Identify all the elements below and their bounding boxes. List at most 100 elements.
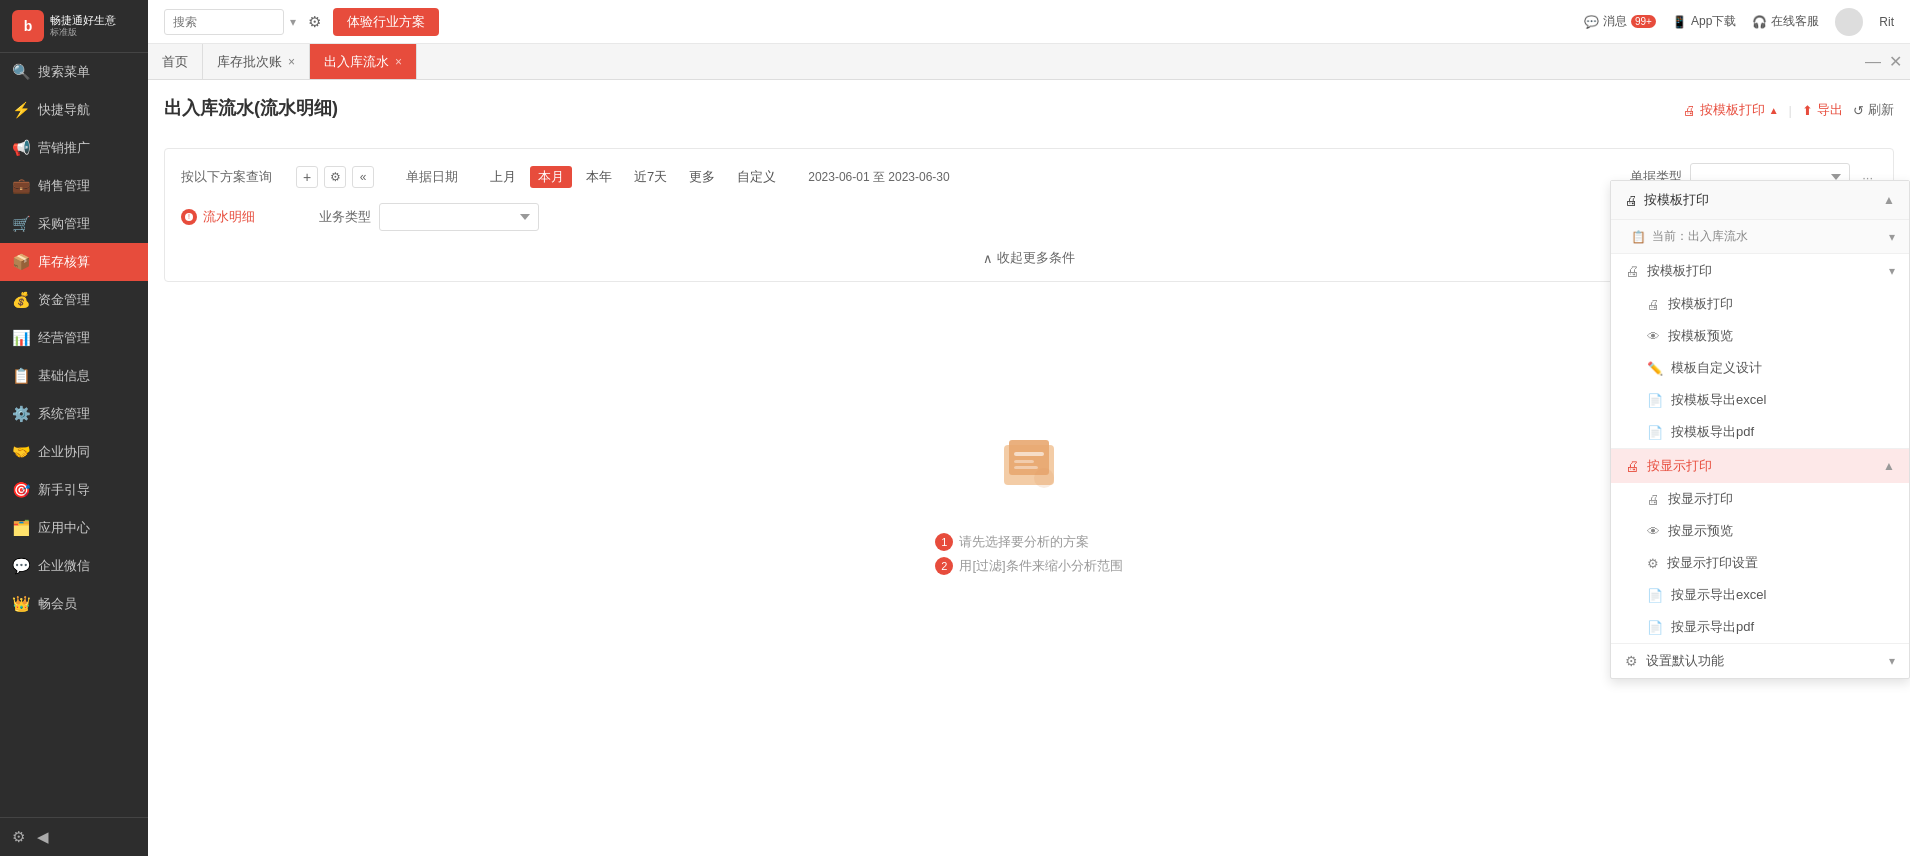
dp-display-section-label: 🖨 按显示打印 [1625,457,1712,475]
dp-current-icon: 📋 [1631,230,1646,244]
dp-display-settings-item[interactable]: ⚙ 按显示打印设置 [1611,547,1909,579]
topbar-search-area: ▾ [164,9,296,35]
sidebar-item-basics[interactable]: 📋基础信息 [0,357,148,395]
sidebar-item-guide[interactable]: 🎯新手引导 [0,471,148,509]
dp-footer[interactable]: ⚙ 设置默认功能 ▾ [1611,644,1909,678]
close-icon[interactable]: ✕ [1889,52,1902,71]
dp-template-excel-item[interactable]: 📄 按模板导出excel [1611,384,1909,416]
dp-ditem-settings-label: 按显示打印设置 [1667,554,1758,572]
business-type-select[interactable] [379,203,539,231]
dp-item-excel-icon: 📄 [1647,393,1663,408]
dp-print-icon: 🖨 [1625,193,1638,208]
search-input[interactable] [164,9,284,35]
sidebar-item-finance[interactable]: 💰资金管理 [0,281,148,319]
dp-template-section-label: 🖨 按模板打印 [1625,262,1712,280]
dp-header-chevron-icon[interactable]: ▲ [1883,193,1895,207]
date-btn-this-year[interactable]: 本年 [578,166,620,188]
filter-collapse-left-icon[interactable]: « [352,166,374,188]
sidebar-item-label-marketing: 营销推广 [38,139,90,157]
print-label: 按模板打印 [1700,101,1765,119]
dp-ditem-preview-label: 按显示预览 [1668,522,1733,540]
sidebar-item-operations[interactable]: 📊经营管理 [0,319,148,357]
dp-item-print-label: 按模板打印 [1668,295,1733,313]
marketing-icon: 📢 [12,139,30,157]
sidebar-item-enterprise[interactable]: 🤝企业协同 [0,433,148,471]
minimize-icon[interactable]: — [1865,53,1881,71]
filter-actions: + ⚙ « [296,166,374,188]
message-label: 消息 [1603,13,1627,30]
topbar-message[interactable]: 💬 消息 99+ [1584,13,1656,30]
topbar-online-service[interactable]: 🎧 在线客服 [1752,13,1819,30]
dp-footer-label: ⚙ 设置默认功能 [1625,652,1724,670]
svg-point-7 [1034,468,1054,488]
collapse-sidebar-icon[interactable]: ◀ [37,828,49,846]
avatar[interactable] [1835,8,1863,36]
sidebar-item-inventory[interactable]: 📦库存核算 [0,243,148,281]
dp-template-print-icon: 🖨 [1625,263,1639,279]
sidebar-item-marketing[interactable]: 📢 营销推广 [0,129,148,167]
sales-icon: 💼 [12,177,30,195]
dp-ditem-excel-label: 按显示导出excel [1671,586,1766,604]
logo-text-block: 畅捷通好生意 标准版 [44,13,116,39]
empty-step-1: 1 请先选择要分析的方案 [935,533,1122,551]
dp-footer-text: 设置默认功能 [1646,652,1724,670]
dp-title: 🖨 按模板打印 [1625,191,1709,209]
settings-icon[interactable]: ⚙ [12,828,25,846]
dp-display-label-text: 按显示打印 [1647,457,1712,475]
sidebar-item-system[interactable]: ⚙️系统管理 [0,395,148,433]
dp-template-preview-item[interactable]: 👁 按模板预览 [1611,320,1909,352]
date-label: 单据日期 [406,168,458,186]
sidebar-logo: b 畅捷通好生意 标准版 [0,0,148,53]
dp-display-preview-item[interactable]: 👁 按显示预览 [1611,515,1909,547]
step-2-text: 用[过滤]条件来缩小分析范围 [959,557,1122,575]
dp-template-print-item[interactable]: 🖨 按模板打印 [1611,288,1909,320]
industry-btn[interactable]: 体验行业方案 [333,8,439,36]
dp-display-print-item[interactable]: 🖨 按显示打印 [1611,483,1909,515]
export-btn[interactable]: ⬆ 导出 [1802,101,1843,119]
topbar-gear-icon[interactable]: ⚙ [308,13,321,31]
sidebar-item-wechat[interactable]: 💬企业微信 [0,547,148,585]
filter-add-btn[interactable]: + [296,166,318,188]
tab-flow-close-icon[interactable]: × [395,55,402,69]
tabs-bar: 首页 库存批次账 × 出入库流水 × — ✕ [148,44,1910,80]
print-icon: 🖨 [1683,103,1696,118]
sidebar-item-purchase[interactable]: 🛒采购管理 [0,205,148,243]
refresh-btn[interactable]: ↺ 刷新 [1853,101,1894,119]
sidebar-item-member[interactable]: 👑畅会员 [0,585,148,623]
print-btn[interactable]: 🖨 按模板打印 ▲ [1683,101,1779,119]
filter-settings-icon[interactable]: ⚙ [324,166,346,188]
search-chevron-icon[interactable]: ▾ [290,15,296,29]
username[interactable]: Rit [1879,15,1894,29]
sidebar-item-search[interactable]: 🔍搜索菜单 [0,53,148,91]
step-2-num: 2 [935,557,953,575]
dp-template-section-header[interactable]: 🖨 按模板打印 ▾ [1611,254,1909,288]
dp-display-excel-item[interactable]: 📄 按显示导出excel [1611,579,1909,611]
dp-display-pdf-item[interactable]: 📄 按显示导出pdf [1611,611,1909,643]
sidebar-item-sales[interactable]: 💼销售管理 [0,167,148,205]
tab-home[interactable]: 首页 [148,44,203,79]
operations-icon: 📊 [12,329,30,347]
tab-batch-close-icon[interactable]: × [288,55,295,69]
app-logo-icon: b [12,10,44,42]
refresh-icon: ↺ [1853,103,1864,118]
date-btn-more[interactable]: 更多 [681,166,723,188]
tab-flow[interactable]: 出入库流水 × [310,44,417,79]
dp-current-chevron-icon[interactable]: ▾ [1889,230,1895,244]
tab-batch-account[interactable]: 库存批次账 × [203,44,310,79]
date-btn-custom[interactable]: 自定义 [729,166,784,188]
step-1-num: 1 [935,533,953,551]
dp-template-custom-item[interactable]: ✏️ 模板自定义设计 [1611,352,1909,384]
date-btn-last-month[interactable]: 上月 [482,166,524,188]
dp-header: 🖨 按模板打印 ▲ [1611,181,1909,220]
message-badge: 99+ [1631,15,1656,28]
date-btn-7days[interactable]: 近7天 [626,166,675,188]
dp-template-pdf-item[interactable]: 📄 按模板导出pdf [1611,416,1909,448]
app-title: 畅捷通好生意 [50,13,116,27]
date-btn-this-month[interactable]: 本月 [530,166,572,188]
dp-display-section-header[interactable]: 🖨 按显示打印 ▲ [1611,449,1909,483]
dp-current-text: 当前：出入库流水 [1652,228,1748,245]
sidebar-item-appstore[interactable]: 🗂️应用中心 [0,509,148,547]
sidebar-item-quick-nav[interactable]: ⚡快捷导航 [0,91,148,129]
topbar-app-download[interactable]: 📱 App下载 [1672,13,1736,30]
date-filter-buttons: 上月 本月 本年 近7天 更多 自定义 [482,166,784,188]
